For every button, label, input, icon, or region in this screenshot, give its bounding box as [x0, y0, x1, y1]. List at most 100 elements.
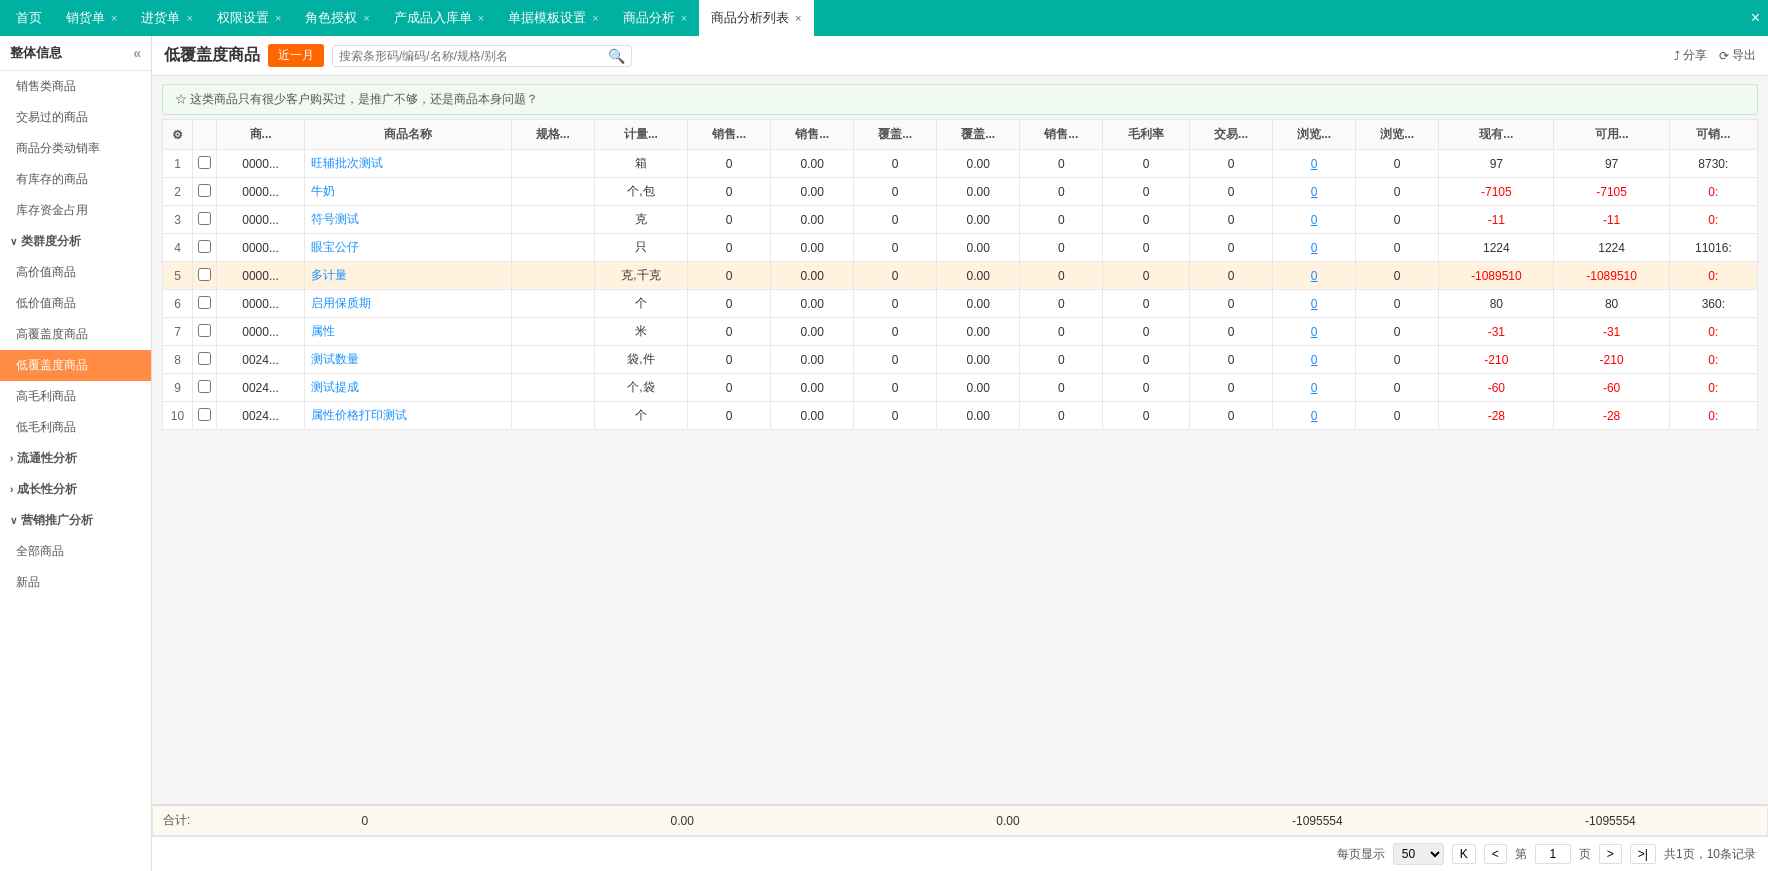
row-code: 0000...	[217, 318, 305, 346]
row-col4: 0.00	[937, 262, 1020, 290]
row-checkbox[interactable]	[193, 290, 217, 318]
row-checkbox[interactable]	[193, 178, 217, 206]
per-page-select[interactable]: 50 100 200	[1393, 843, 1444, 865]
row-col7: 0	[1190, 346, 1273, 374]
row-name[interactable]: 眼宝公仔	[305, 234, 512, 262]
sidebar-item-new-goods[interactable]: 新品	[0, 567, 151, 598]
sidebar-item-low-value[interactable]: 低价值商品	[0, 288, 151, 319]
row-browse1[interactable]: 0	[1273, 290, 1356, 318]
sidebar-item-high-profit[interactable]: 高毛利商品	[0, 381, 151, 412]
close-icon[interactable]: ×	[592, 12, 598, 24]
row-col2: 0.00	[771, 234, 854, 262]
sidebar-item-traded-goods[interactable]: 交易过的商品	[0, 102, 151, 133]
row-browse1[interactable]: 0	[1273, 262, 1356, 290]
page-number-input[interactable]	[1535, 844, 1571, 864]
sidebar-item-low-coverage[interactable]: 低覆盖度商品	[0, 350, 151, 381]
sidebar-item-high-value[interactable]: 高价值商品	[0, 257, 151, 288]
row-checkbox[interactable]	[193, 262, 217, 290]
nav-tab-warehouse[interactable]: 产成品入库单 ×	[382, 0, 496, 36]
row-name[interactable]: 符号测试	[305, 206, 512, 234]
sidebar-item-low-profit[interactable]: 低毛利商品	[0, 412, 151, 443]
row-name[interactable]: 测试提成	[305, 374, 512, 402]
row-browse2: 0	[1356, 318, 1439, 346]
close-icon[interactable]: ×	[363, 12, 369, 24]
row-browse1[interactable]: 0	[1273, 318, 1356, 346]
row-checkbox[interactable]	[193, 346, 217, 374]
row-browse1[interactable]: 0	[1273, 402, 1356, 430]
row-name[interactable]: 旺辅批次测试	[305, 150, 512, 178]
sidebar-item-high-coverage[interactable]: 高覆盖度商品	[0, 319, 151, 350]
nav-tab-purchase[interactable]: 进货单 ×	[129, 0, 204, 36]
row-checkbox[interactable]	[193, 150, 217, 178]
sidebar-item-category-rate[interactable]: 商品分类动销率	[0, 133, 151, 164]
next-page-button[interactable]: >	[1599, 844, 1622, 864]
row-browse1[interactable]: 0	[1273, 150, 1356, 178]
row-col2: 0.00	[771, 262, 854, 290]
sidebar-item-stocked-goods[interactable]: 有库存的商品	[0, 164, 151, 195]
main-layout: 整体信息 « 销售类商品 交易过的商品 商品分类动销率 有库存的商品 库存资金占…	[0, 36, 1768, 871]
row-browse1[interactable]: 0	[1273, 346, 1356, 374]
row-col1: 0	[688, 150, 771, 178]
row-checkbox[interactable]	[193, 318, 217, 346]
row-browse2: 0	[1356, 374, 1439, 402]
nav-tab-sales[interactable]: 销货单 ×	[54, 0, 129, 36]
sidebar-section-marketing[interactable]: ∨ 营销推广分析	[0, 505, 151, 536]
sidebar-section-cluster[interactable]: ∨ 类群度分析	[0, 226, 151, 257]
row-browse1[interactable]: 0	[1273, 178, 1356, 206]
row-name[interactable]: 测试数量	[305, 346, 512, 374]
footer-label: 合计:	[163, 812, 190, 829]
export-button[interactable]: ⟳ 导出	[1719, 47, 1756, 64]
row-col2: 0.00	[771, 318, 854, 346]
row-col1: 0	[688, 262, 771, 290]
nav-tab-home[interactable]: 首页	[4, 0, 54, 36]
prev-page-button[interactable]: <	[1484, 844, 1507, 864]
share-button[interactable]: ⤴ 分享	[1674, 47, 1707, 64]
row-checkbox[interactable]	[193, 206, 217, 234]
first-page-button[interactable]: K	[1452, 844, 1476, 864]
search-icon[interactable]: 🔍	[608, 48, 625, 64]
table-wrapper[interactable]: ⚙ 商... 商品名称 规格... 计量... 销售... 销售... 覆盖..…	[162, 119, 1758, 804]
row-col7: 0	[1190, 234, 1273, 262]
sidebar-section-flow[interactable]: › 流通性分析	[0, 443, 151, 474]
row-browse1[interactable]: 0	[1273, 206, 1356, 234]
row-checkbox[interactable]	[193, 234, 217, 262]
row-browse1[interactable]: 0	[1273, 374, 1356, 402]
row-avail: -28	[1554, 402, 1669, 430]
sidebar-collapse-button[interactable]: «	[133, 45, 141, 61]
row-name[interactable]: 多计量	[305, 262, 512, 290]
row-col1: 0	[688, 290, 771, 318]
row-col5: 0	[1020, 178, 1103, 206]
close-icon[interactable]: ×	[478, 12, 484, 24]
close-icon[interactable]: ×	[275, 12, 281, 24]
nav-tab-template[interactable]: 单据模板设置 ×	[496, 0, 610, 36]
close-icon[interactable]: ×	[186, 12, 192, 24]
sidebar-item-sales-goods[interactable]: 销售类商品	[0, 71, 151, 102]
row-name[interactable]: 属性	[305, 318, 512, 346]
row-name[interactable]: 属性价格打印测试	[305, 402, 512, 430]
nav-tab-analysis[interactable]: 商品分析 ×	[611, 0, 699, 36]
close-all-tabs-button[interactable]: ×	[1751, 9, 1760, 27]
row-spec	[511, 150, 594, 178]
row-browse1[interactable]: 0	[1273, 234, 1356, 262]
search-input[interactable]	[339, 49, 608, 63]
sidebar-section-growth[interactable]: › 成长性分析	[0, 474, 151, 505]
row-num: 7	[163, 318, 193, 346]
date-filter-button[interactable]: 近一月	[268, 44, 324, 67]
row-col7: 0	[1190, 290, 1273, 318]
row-name[interactable]: 牛奶	[305, 178, 512, 206]
last-page-button[interactable]: >|	[1630, 844, 1656, 864]
row-name[interactable]: 启用保质期	[305, 290, 512, 318]
row-checkbox[interactable]	[193, 374, 217, 402]
row-checkbox[interactable]	[193, 402, 217, 430]
close-icon[interactable]: ×	[795, 12, 801, 24]
nav-tab-analysis-list[interactable]: 商品分析列表 ×	[699, 0, 813, 36]
row-col6: 0	[1103, 318, 1190, 346]
sidebar-item-all-goods[interactable]: 全部商品	[0, 536, 151, 567]
close-icon[interactable]: ×	[111, 12, 117, 24]
nav-tab-permissions[interactable]: 权限设置 ×	[205, 0, 293, 36]
close-icon[interactable]: ×	[681, 12, 687, 24]
sidebar-item-stock-funds[interactable]: 库存资金占用	[0, 195, 151, 226]
col-settings[interactable]: ⚙	[163, 120, 193, 150]
col-sales1-header: 销售...	[688, 120, 771, 150]
nav-tab-roles[interactable]: 角色授权 ×	[293, 0, 381, 36]
